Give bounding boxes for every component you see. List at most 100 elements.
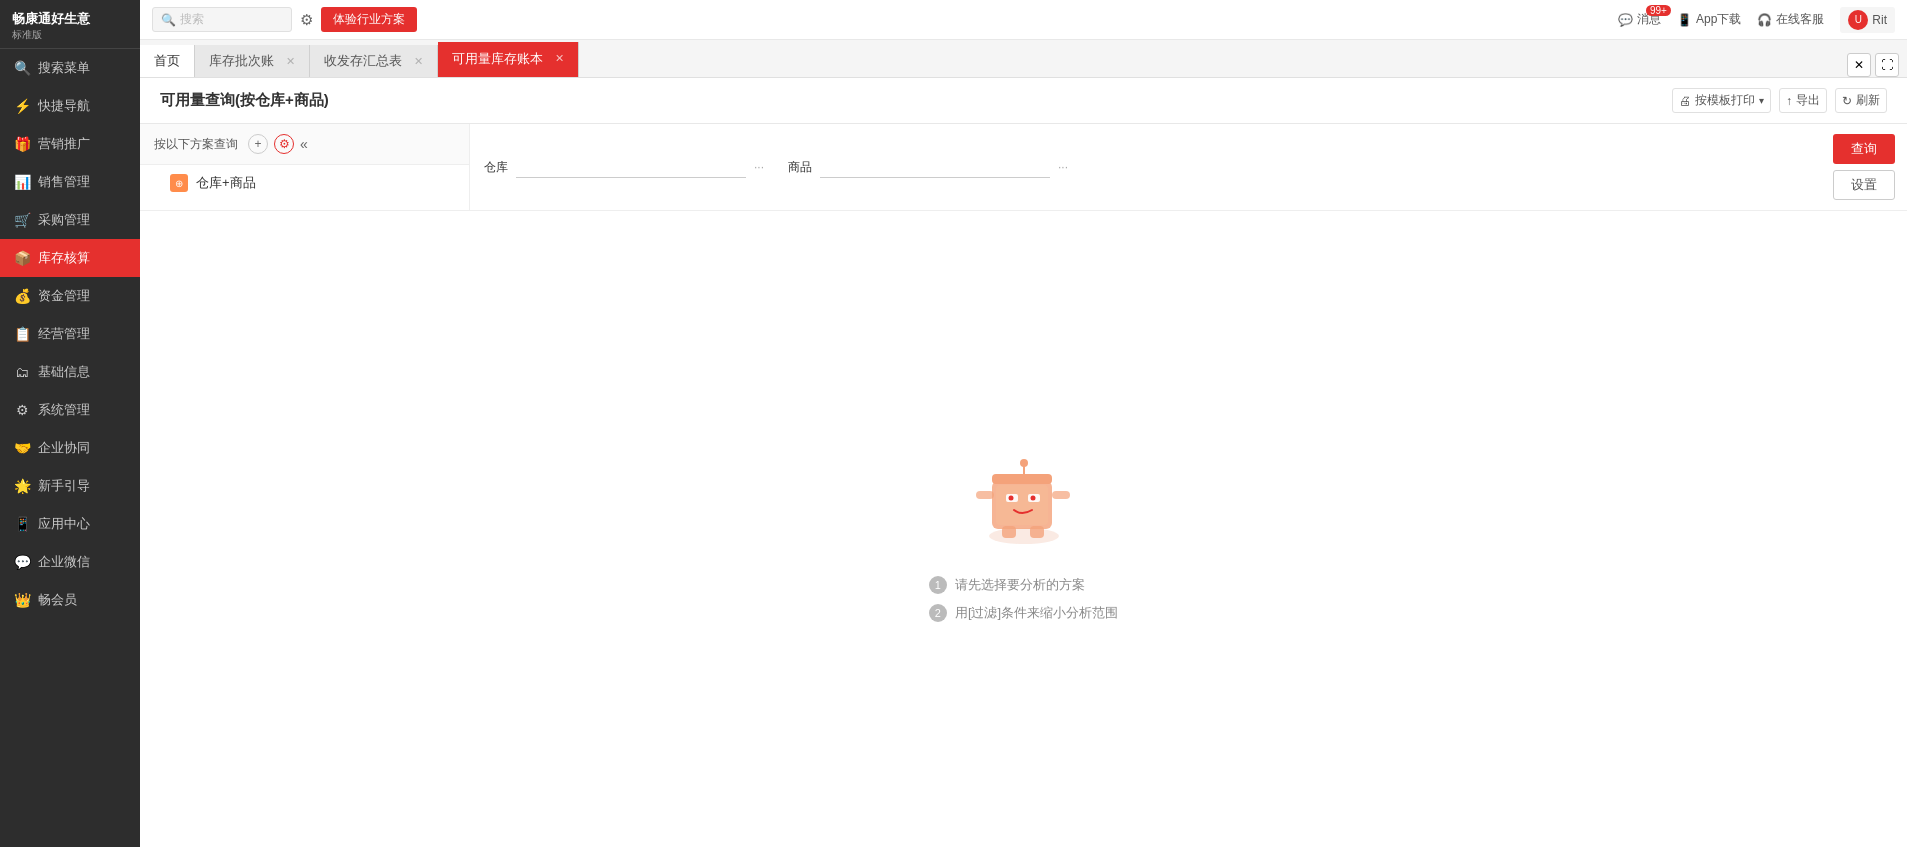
sidebar-item-enterprise-coop[interactable]: 🤝企业协同 — [0, 429, 140, 467]
hint-text-1: 请先选择要分析的方案 — [955, 576, 1085, 594]
sidebar-label-marketing-promo: 营销推广 — [38, 135, 90, 153]
hint-num-1: 1 — [929, 576, 947, 594]
sidebar-item-basic-info[interactable]: 🗂 基础信息 — [0, 353, 140, 391]
main-area: 🔍 搜索 ⚙ 体验行业方案 💬 消息 99+ 📱 App下载 🎧 在线客服 U … — [140, 0, 1907, 847]
sidebar-icon-enterprise-wechat: 💬 — [14, 554, 30, 570]
goods-field-group: 商品 ··· — [788, 157, 1068, 178]
sidebar-label-search: 搜索菜单 — [38, 59, 90, 77]
tab-inventory-summary[interactable]: 收发存汇总表 ✕ — [310, 45, 438, 77]
empty-state: 1 请先选择要分析的方案 2 用[过滤]条件来缩小分析范围 — [140, 211, 1907, 847]
sidebar-scroll: 🔍 搜索菜单 ⚡ 快捷导航 🎁营销推广📊销售管理🛒采购管理📦库存核算 💰 资金管理 📋经营管理… — [0, 49, 140, 847]
svg-rect-12 — [1002, 526, 1016, 538]
app-label: App下载 — [1696, 11, 1741, 28]
print-label: 按模板打印 — [1695, 92, 1755, 109]
sidebar-item-purchase-mgmt[interactable]: 🛒采购管理 — [0, 201, 140, 239]
export-label: 导出 — [1796, 92, 1820, 109]
sidebar-item-search[interactable]: 🔍 搜索菜单 — [0, 49, 140, 87]
sidebar-icon-sys-mgmt: ⚙ — [14, 402, 30, 418]
sidebar-item-member[interactable]: 👑 畅会员 — [0, 581, 140, 619]
search-icon: 🔍 — [161, 13, 176, 27]
sidebar-icon-inventory-calc: 📦 — [14, 250, 30, 266]
sidebar-label-sales-mgmt: 销售管理 — [38, 173, 90, 191]
gear-icon[interactable]: ⚙ — [300, 11, 313, 29]
sidebar-label-member: 畅会员 — [38, 591, 77, 609]
empty-hints: 1 请先选择要分析的方案 2 用[过滤]条件来缩小分析范围 — [929, 576, 1118, 622]
export-btn[interactable]: ↑ 导出 — [1779, 88, 1827, 113]
sidebar-item-marketing-promo[interactable]: 🎁营销推广 — [0, 125, 140, 163]
topbar-right: 💬 消息 99+ 📱 App下载 🎧 在线客服 U Rit — [1618, 7, 1895, 33]
print-template-btn[interactable]: 🖨 按模板打印 ▾ — [1672, 88, 1771, 113]
close-tab-window-btn[interactable]: ✕ — [1847, 53, 1871, 77]
industry-btn[interactable]: 体验行业方案 — [321, 7, 417, 32]
sidebar-item-enterprise-wechat[interactable]: 💬企业微信 — [0, 543, 140, 581]
sidebar-icon-finance-mgmt: 💰 — [14, 288, 30, 304]
query-btn[interactable]: 查询 — [1833, 134, 1895, 164]
sidebar-icon-shortcut: ⚡ — [14, 98, 30, 114]
empty-hint-1: 1 请先选择要分析的方案 — [929, 576, 1118, 594]
query-buttons: 查询 设置 — [1821, 124, 1907, 210]
logo-title: 畅康通好生意 — [12, 10, 128, 28]
settings-btn[interactable]: 设置 — [1833, 170, 1895, 200]
headset-icon: 🎧 — [1757, 13, 1772, 27]
warehouse-input[interactable] — [516, 157, 746, 178]
sidebar-item-new-guide[interactable]: 🌟 新手引导 — [0, 467, 140, 505]
tab-label-batch-account: 库存批次账 — [209, 52, 274, 70]
topbar-search[interactable]: 🔍 搜索 — [152, 7, 292, 32]
sidebar-label-new-guide: 新手引导 — [38, 477, 90, 495]
user-avatar: U — [1848, 10, 1868, 30]
sidebar-label-purchase-mgmt: 采购管理 — [38, 211, 90, 229]
query-fields: 仓库 ··· 商品 ··· — [470, 124, 1821, 210]
sidebar-items-container: 🔍 搜索菜单 ⚡ 快捷导航 🎁营销推广📊销售管理🛒采购管理📦库存核算 💰 资金管理 📋经营管理… — [0, 49, 140, 619]
settings-scheme-btn[interactable]: ⚙ — [274, 134, 294, 154]
sidebar-icon-enterprise-coop: 🤝 — [14, 440, 30, 456]
sidebar-icon-basic-info: 🗂 — [14, 364, 30, 380]
user-menu[interactable]: U Rit — [1840, 7, 1895, 33]
sidebar-item-sales-mgmt[interactable]: 📊销售管理 — [0, 163, 140, 201]
tab-close-batch-account[interactable]: ✕ — [286, 55, 295, 68]
sidebar-label-sys-mgmt: 系统管理 — [38, 401, 90, 419]
content-actions: 🖨 按模板打印 ▾ ↑ 导出 ↻ 刷新 — [1672, 88, 1887, 113]
sidebar-item-sys-mgmt[interactable]: ⚙ 系统管理 — [0, 391, 140, 429]
sidebar-label-ops-mgmt: 经营管理 — [38, 325, 90, 343]
goods-label: 商品 — [788, 159, 812, 176]
sidebar-item-shortcut[interactable]: ⚡ 快捷导航 — [0, 87, 140, 125]
svg-rect-13 — [1030, 526, 1044, 538]
goods-more-btn[interactable]: ··· — [1058, 160, 1068, 174]
query-area: 按以下方案查询 + ⚙ « ⊕ 仓库+商品 仓库 — [140, 124, 1907, 211]
sidebar-icon-new-guide: 🌟 — [14, 478, 30, 494]
app-download-btn[interactable]: 📱 App下载 — [1677, 11, 1741, 28]
svg-rect-10 — [976, 491, 994, 499]
tab-close-available-ledger[interactable]: ✕ — [555, 52, 564, 65]
warehouse-more-btn[interactable]: ··· — [754, 160, 764, 174]
collapse-scheme-btn[interactable]: « — [300, 136, 308, 152]
tab-label-inventory-summary: 收发存汇总表 — [324, 52, 402, 70]
expand-tab-window-btn[interactable]: ⛶ — [1875, 53, 1899, 77]
tab-label-available-ledger: 可用量库存账本 — [452, 50, 543, 68]
tab-batch-account[interactable]: 库存批次账 ✕ — [195, 45, 310, 77]
customer-service-btn[interactable]: 🎧 在线客服 — [1757, 11, 1824, 28]
tab-available-ledger[interactable]: 可用量库存账本 ✕ — [438, 42, 579, 77]
sidebar-label-basic-info: 基础信息 — [38, 363, 90, 381]
logo-sub: 标准版 — [12, 28, 128, 42]
sidebar-item-finance-mgmt[interactable]: 💰 资金管理 — [0, 277, 140, 315]
tab-label-home: 首页 — [154, 52, 180, 70]
main-wrapper: 可用量查询(按仓库+商品) 🖨 按模板打印 ▾ ↑ 导出 ↻ 刷新 — [140, 78, 1907, 847]
sidebar-label-finance-mgmt: 资金管理 — [38, 287, 90, 305]
hint-text-2: 用[过滤]条件来缩小分析范围 — [955, 604, 1118, 622]
tabs-container: 首页 库存批次账 ✕ 收发存汇总表 ✕ 可用量库存账本 ✕ — [140, 40, 579, 77]
add-scheme-btn[interactable]: + — [248, 134, 268, 154]
tab-close-inventory-summary[interactable]: ✕ — [414, 55, 423, 68]
sidebar-item-ops-mgmt[interactable]: 📋经营管理 — [0, 315, 140, 353]
tab-home[interactable]: 首页 — [140, 45, 195, 77]
scheme-actions: + ⚙ — [248, 134, 294, 154]
sidebar-icon-member: 👑 — [14, 592, 30, 608]
refresh-icon: ↻ — [1842, 94, 1852, 108]
sidebar-label-shortcut: 快捷导航 — [38, 97, 90, 115]
scheme-item-warehouse-goods[interactable]: ⊕ 仓库+商品 — [140, 165, 469, 201]
goods-input[interactable] — [820, 157, 1050, 178]
sidebar-item-app-center[interactable]: 📱应用中心 — [0, 505, 140, 543]
sidebar-item-inventory-calc[interactable]: 📦库存核算 — [0, 239, 140, 277]
refresh-btn[interactable]: ↻ 刷新 — [1835, 88, 1887, 113]
sidebar-icon-search: 🔍 — [14, 60, 30, 76]
message-btn[interactable]: 💬 消息 99+ — [1618, 11, 1661, 28]
